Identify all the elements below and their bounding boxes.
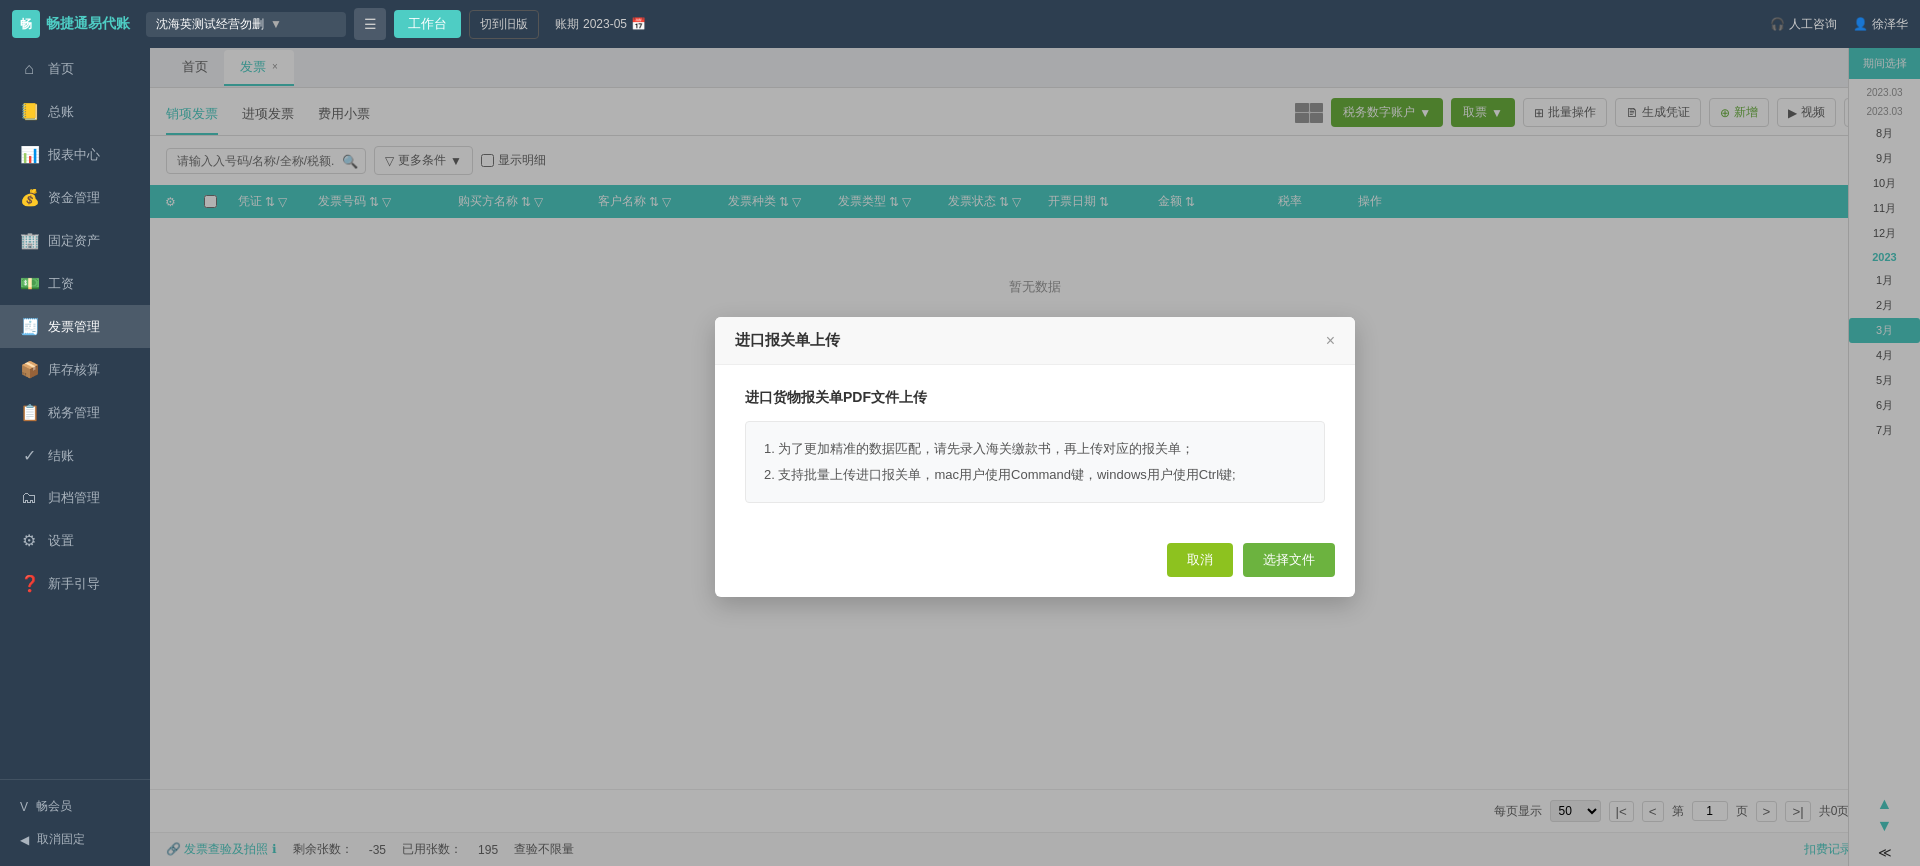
modal-header: 进口报关单上传 × [715, 317, 1355, 365]
sidebar-label-invoice: 发票管理 [48, 318, 100, 336]
top-bar: 畅 畅捷通易代账 沈海英测试经营勿删 ▼ ☰ 工作台 切到旧版 账期 2023-… [0, 0, 1920, 48]
sidebar-item-settle[interactable]: ✓ 结账 [0, 434, 150, 477]
modal-select-file-button[interactable]: 选择文件 [1243, 543, 1335, 577]
sidebar-label-inventory: 库存核算 [48, 361, 100, 379]
user-avatar-icon: 👤 [1853, 17, 1868, 31]
modal-close-icon: × [1326, 332, 1335, 349]
sidebar-item-salary[interactable]: 💵 工资 [0, 262, 150, 305]
company-arrow-icon: ▼ [270, 17, 282, 31]
sidebar: ⌂ 首页 📒 总账 📊 报表中心 💰 资金管理 🏢 固定资产 💵 工资 [0, 48, 150, 866]
sidebar-label-report: 报表中心 [48, 146, 100, 164]
service-label: 人工咨询 [1789, 16, 1837, 33]
sidebar-label-salary: 工资 [48, 275, 74, 293]
home-icon: ⌂ [20, 60, 38, 78]
sidebar-label-ledger: 总账 [48, 103, 74, 121]
modal-info-box: 1. 为了更加精准的数据匹配，请先录入海关缴款书，再上传对应的报关单； 2. 支… [745, 421, 1325, 503]
user-info[interactable]: 👤 徐泽华 [1853, 16, 1908, 33]
sidebar-item-invoice[interactable]: 🧾 发票管理 [0, 305, 150, 348]
app-container: 畅 畅捷通易代账 沈海英测试经营勿删 ▼ ☰ 工作台 切到旧版 账期 2023-… [0, 0, 1920, 866]
guide-icon: ❓ [20, 574, 38, 593]
archive-icon: 🗂 [20, 489, 38, 507]
sidebar-label-tax: 税务管理 [48, 404, 100, 422]
sidebar-label-archive: 归档管理 [48, 489, 100, 507]
modal-overlay[interactable]: 进口报关单上传 × 进口货物报关单PDF文件上传 1. 为了更加精准的数据匹配，… [150, 48, 1920, 866]
modal-cancel-button[interactable]: 取消 [1167, 543, 1233, 577]
period-value: 2023-05 [583, 17, 627, 31]
modal-footer: 取消 选择文件 [715, 527, 1355, 597]
headphone-icon: 🎧 [1770, 17, 1785, 31]
customer-service[interactable]: 🎧 人工咨询 [1770, 16, 1837, 33]
top-bar-right: 🎧 人工咨询 👤 徐泽华 [1770, 16, 1908, 33]
old-version-button[interactable]: 切到旧版 [469, 10, 539, 39]
sidebar-label-guide: 新手引导 [48, 575, 100, 593]
sidebar-item-archive[interactable]: 🗂 归档管理 [0, 477, 150, 519]
workspace-button[interactable]: 工作台 [394, 10, 461, 38]
sidebar-item-report[interactable]: 📊 报表中心 [0, 133, 150, 176]
pin-icon: ◀ [20, 833, 29, 847]
sidebar-item-asset[interactable]: 🏢 固定资产 [0, 219, 150, 262]
sidebar-label-fund: 资金管理 [48, 189, 100, 207]
calendar-icon[interactable]: 📅 [631, 17, 646, 31]
period-info: 账期 2023-05 📅 [555, 16, 646, 33]
sidebar-label-member: 畅会员 [36, 798, 72, 815]
content-area: 首页 发票 × 销项发票 进项发票 费用小 [150, 48, 1920, 866]
period-label: 账期 [555, 16, 579, 33]
asset-icon: 🏢 [20, 231, 38, 250]
sidebar-item-inventory[interactable]: 📦 库存核算 [0, 348, 150, 391]
modal-section-title: 进口货物报关单PDF文件上传 [745, 389, 1325, 407]
inventory-icon: 📦 [20, 360, 38, 379]
modal-info-item-1: 1. 为了更加精准的数据匹配，请先录入海关缴款书，再上传对应的报关单； [764, 436, 1306, 462]
sidebar-item-guide[interactable]: ❓ 新手引导 [0, 562, 150, 605]
sidebar-item-home[interactable]: ⌂ 首页 [0, 48, 150, 90]
app-logo: 畅 畅捷通易代账 [12, 10, 130, 38]
sidebar-bottom: V 畅会员 ◀ 取消固定 [0, 779, 150, 866]
salary-icon: 💵 [20, 274, 38, 293]
invoice-icon: 🧾 [20, 317, 38, 336]
settings-icon: ⚙ [20, 531, 38, 550]
company-action-icon[interactable]: ☰ [354, 8, 386, 40]
sidebar-label-cancel-pin: 取消固定 [37, 831, 85, 848]
ledger-icon: 📒 [20, 102, 38, 121]
report-icon: 📊 [20, 145, 38, 164]
sidebar-label-home: 首页 [48, 60, 74, 78]
logo-icon: 畅 [12, 10, 40, 38]
modal-close-button[interactable]: × [1326, 332, 1335, 350]
member-icon: V [20, 800, 28, 814]
sidebar-item-settings[interactable]: ⚙ 设置 [0, 519, 150, 562]
sidebar-item-cancel-pin[interactable]: ◀ 取消固定 [0, 823, 150, 856]
modal-title: 进口报关单上传 [735, 331, 840, 350]
sidebar-item-ledger[interactable]: 📒 总账 [0, 90, 150, 133]
modal-info-item-2: 2. 支持批量上传进口报关单，mac用户使用Command键，windows用户… [764, 462, 1306, 488]
main-area: ⌂ 首页 📒 总账 📊 报表中心 💰 资金管理 🏢 固定资产 💵 工资 [0, 48, 1920, 866]
app-logo-text: 畅捷通易代账 [46, 15, 130, 33]
settle-icon: ✓ [20, 446, 38, 465]
sidebar-label-settings: 设置 [48, 532, 74, 550]
sidebar-item-fund[interactable]: 💰 资金管理 [0, 176, 150, 219]
fund-icon: 💰 [20, 188, 38, 207]
modal: 进口报关单上传 × 进口货物报关单PDF文件上传 1. 为了更加精准的数据匹配，… [715, 317, 1355, 597]
company-selector[interactable]: 沈海英测试经营勿删 ▼ [146, 12, 346, 37]
tax-icon: 📋 [20, 403, 38, 422]
user-name: 徐泽华 [1872, 16, 1908, 33]
sidebar-item-member[interactable]: V 畅会员 [0, 790, 150, 823]
modal-body: 进口货物报关单PDF文件上传 1. 为了更加精准的数据匹配，请先录入海关缴款书，… [715, 365, 1355, 527]
sidebar-label-settle: 结账 [48, 447, 74, 465]
sidebar-label-asset: 固定资产 [48, 232, 100, 250]
top-bar-actions: 工作台 切到旧版 账期 2023-05 📅 [394, 10, 646, 39]
company-name: 沈海英测试经营勿删 [156, 16, 264, 33]
sidebar-item-tax[interactable]: 📋 税务管理 [0, 391, 150, 434]
